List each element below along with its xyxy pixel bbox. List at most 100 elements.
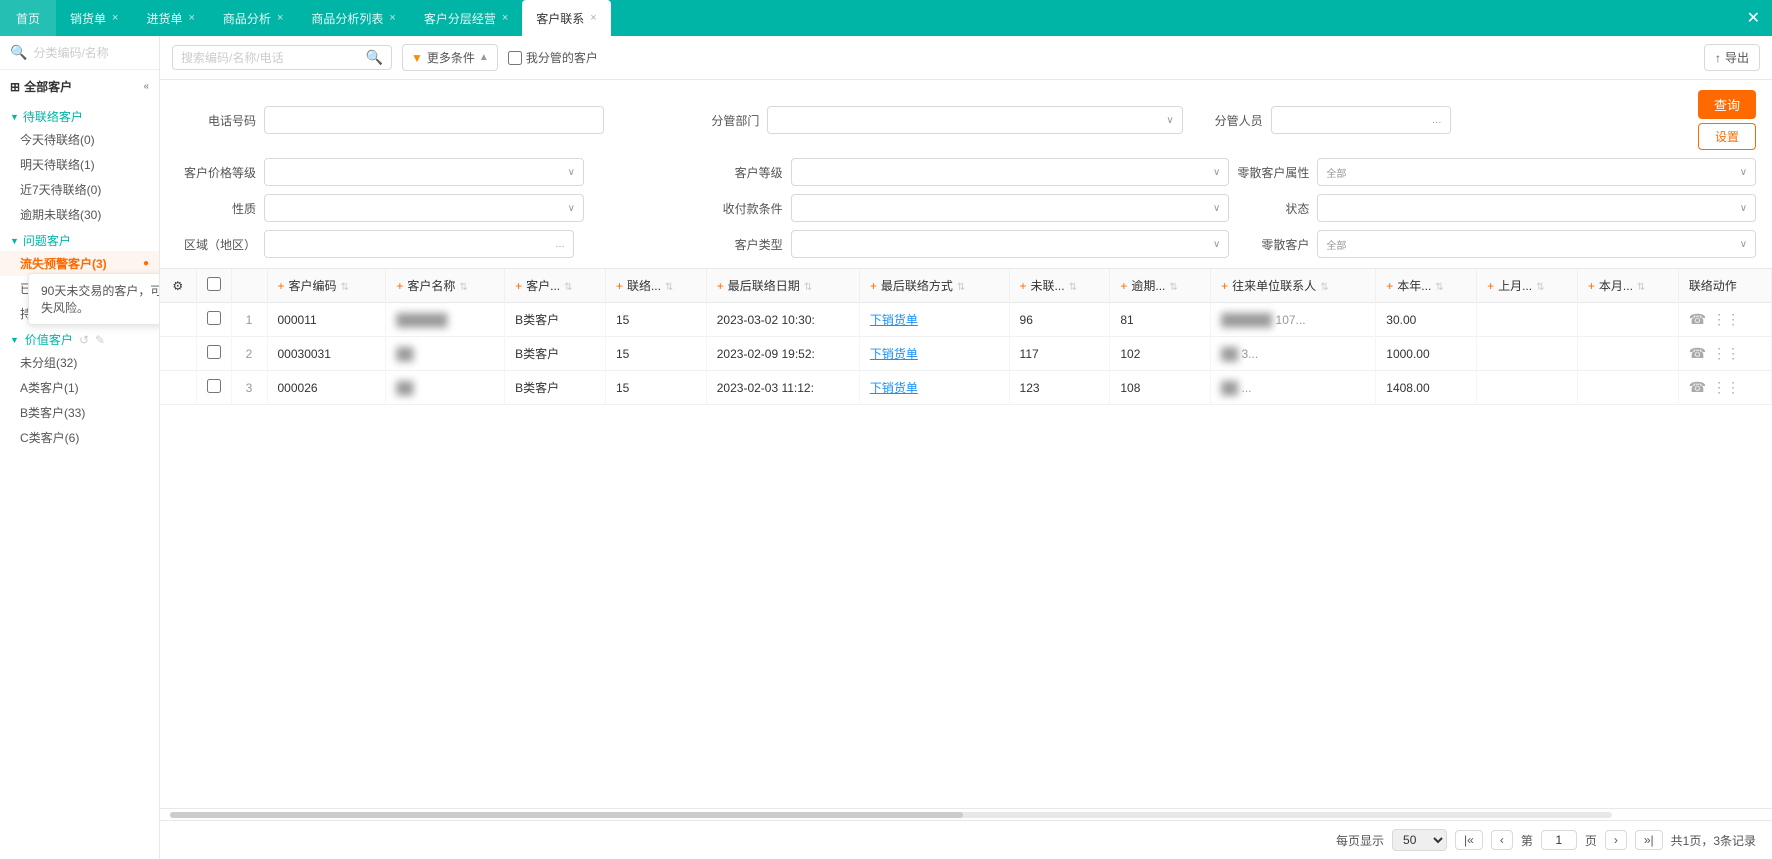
table-col-thismonth[interactable]: +本月...⇅ bbox=[1577, 269, 1678, 303]
tab-analysis-close[interactable]: × bbox=[277, 12, 283, 24]
sidebar-item-class-c[interactable]: C类客户(6) bbox=[0, 425, 159, 450]
section-pending-title: 待联络客户 bbox=[23, 108, 83, 125]
row-name-0: ██████ bbox=[386, 303, 505, 337]
pagination-bar: 每页显示 50 100 200 |« ‹ 第 页 › »| 共1页，3条记录 bbox=[160, 820, 1772, 859]
filter-select-scatter-customer[interactable]: 全部∨ bbox=[1317, 230, 1756, 258]
row-checkbox-2[interactable] bbox=[207, 379, 221, 393]
table-col-lastmethod[interactable]: +最后联络方式⇅ bbox=[859, 269, 1009, 303]
filter-select-customer-type[interactable]: ∨ bbox=[791, 230, 1230, 258]
settings-button[interactable]: 设置 bbox=[1698, 123, 1756, 150]
table-col-name[interactable]: +客户名称⇅ bbox=[386, 269, 505, 303]
row-checkbox-1[interactable] bbox=[207, 345, 221, 359]
tab-customer-contact-close[interactable]: × bbox=[590, 12, 596, 24]
tab-analysis-list-close[interactable]: × bbox=[389, 12, 395, 24]
filter-select-nature[interactable]: ∨ bbox=[264, 194, 584, 222]
scrollbar-thumb[interactable] bbox=[170, 812, 963, 818]
tab-analysis-list[interactable]: 商品分析列表 × bbox=[297, 0, 409, 36]
export-button[interactable]: ↑ 导出 bbox=[1704, 44, 1760, 71]
tab-customer-contact[interactable]: 客户联系 × bbox=[522, 0, 610, 36]
filter-select-price-level[interactable]: ∨ bbox=[264, 158, 584, 186]
sidebar-item-unclassified[interactable]: 未分组(32) bbox=[0, 350, 159, 375]
action-more-icon-1[interactable]: ⋮⋮ bbox=[1712, 345, 1740, 362]
tab-purchase-close[interactable]: × bbox=[188, 12, 194, 24]
sidebar-item-class-a[interactable]: A类客户(1) bbox=[0, 375, 159, 400]
table-col-contact[interactable]: +联络...⇅ bbox=[605, 269, 706, 303]
tab-customer-layer-close[interactable]: × bbox=[502, 12, 508, 24]
section-pending-contact[interactable]: ▼ 待联络客户 bbox=[0, 103, 159, 127]
sidebar-item-churn-warning-label: 流失预警客户(3) bbox=[20, 255, 107, 272]
section-value-customer[interactable]: ▼ 价值客户 ↺ ✎ bbox=[0, 326, 159, 350]
tab-analysis[interactable]: 商品分析 × bbox=[209, 0, 297, 36]
next-page-button[interactable]: › bbox=[1605, 830, 1627, 850]
filter-select-payment[interactable]: ∨ bbox=[791, 194, 1230, 222]
filter-select-status[interactable]: ∨ bbox=[1317, 194, 1756, 222]
tab-purchase[interactable]: 进货单 × bbox=[132, 0, 208, 36]
action-more-icon-0[interactable]: ⋮⋮ bbox=[1712, 311, 1740, 328]
table-col-type[interactable]: +客户...⇅ bbox=[505, 269, 606, 303]
page-number-input[interactable] bbox=[1541, 830, 1577, 850]
row-lastmethod-0[interactable]: 下销货单 bbox=[859, 303, 1009, 337]
row-lastmethod-2[interactable]: 下销货单 bbox=[859, 371, 1009, 405]
query-button[interactable]: 查询 bbox=[1698, 90, 1756, 119]
my-customer-label: 我分管的客户 bbox=[526, 49, 598, 66]
row-overdue-2: 108 bbox=[1110, 371, 1211, 405]
row-num-1: 2 bbox=[231, 337, 267, 371]
table-col-lastmonth[interactable]: +上月...⇅ bbox=[1477, 269, 1578, 303]
sidebar-search-input[interactable] bbox=[33, 46, 149, 60]
sort-icon-thisyear: + bbox=[1386, 279, 1393, 293]
horizontal-scrollbar-area[interactable] bbox=[160, 808, 1772, 820]
filter-label-price-level: 客户价格等级 bbox=[176, 164, 256, 181]
sidebar-item-today[interactable]: 今天待联络(0) bbox=[0, 127, 159, 152]
tab-customer-layer[interactable]: 客户分层经营 × bbox=[410, 0, 522, 36]
section-problem-customer[interactable]: ▼ 问题客户 bbox=[0, 227, 159, 251]
row-lastmethod-1[interactable]: 下销货单 bbox=[859, 337, 1009, 371]
sort-icon-nocontact: + bbox=[1020, 279, 1027, 293]
filter-select-dept[interactable]: ∨ bbox=[767, 106, 1182, 134]
orange-dot-icon: ● bbox=[143, 258, 149, 269]
tooltip-text: 90天未交易的客户，可能有流失风险。 bbox=[41, 284, 160, 315]
filter-select-person[interactable]: … bbox=[1271, 106, 1451, 134]
tab-sales[interactable]: 销货单 × bbox=[56, 0, 132, 36]
row-checkbox-0[interactable] bbox=[207, 311, 221, 325]
table-col-gear[interactable]: ⚙ bbox=[160, 269, 196, 303]
tab-home[interactable]: 首页 bbox=[0, 0, 56, 36]
table-col-nocontact[interactable]: +未联...⇅ bbox=[1009, 269, 1110, 303]
table-col-overdue[interactable]: +逾期...⇅ bbox=[1110, 269, 1211, 303]
per-page-select[interactable]: 50 100 200 bbox=[1392, 829, 1447, 851]
more-filter-button[interactable]: ▼ 更多条件 ▲ bbox=[402, 44, 498, 71]
main-layout: 🔍 ⊞ 全部客户 « ▼ 待联络客户 今天待联络(0) 明天待联络(1) 近7天… bbox=[0, 36, 1772, 859]
action-more-icon-2[interactable]: ⋮⋮ bbox=[1712, 379, 1740, 396]
filter-select-region[interactable]: … bbox=[264, 230, 574, 258]
row-action-2[interactable]: ☎ ⋮⋮ bbox=[1678, 371, 1771, 405]
all-customers-header[interactable]: ⊞ 全部客户 « bbox=[0, 70, 159, 103]
last-page-button[interactable]: »| bbox=[1635, 830, 1663, 850]
table-col-unitcontact[interactable]: +往来单位联系人⇅ bbox=[1211, 269, 1376, 303]
filter-select-customer-level[interactable]: ∨ bbox=[791, 158, 1230, 186]
action-contact-icon-1[interactable]: ☎ bbox=[1689, 345, 1706, 362]
action-contact-icon-2[interactable]: ☎ bbox=[1689, 379, 1706, 396]
tab-sales-close[interactable]: × bbox=[112, 12, 118, 24]
table-col-thisyear[interactable]: +本年...⇅ bbox=[1376, 269, 1477, 303]
sidebar-item-class-b[interactable]: B类客户(33) bbox=[0, 400, 159, 425]
table-col-code[interactable]: +客户编码⇅ bbox=[267, 269, 386, 303]
sidebar-item-tomorrow[interactable]: 明天待联络(1) bbox=[0, 152, 159, 177]
filter-input-phone[interactable] bbox=[264, 106, 604, 134]
prev-page-button[interactable]: ‹ bbox=[1491, 830, 1513, 850]
row-action-1[interactable]: ☎ ⋮⋮ bbox=[1678, 337, 1771, 371]
edit-icon[interactable]: ✎ bbox=[95, 333, 105, 347]
filter-select-scatter-attr[interactable]: 全部∨ bbox=[1317, 158, 1756, 186]
table-col-lastdate[interactable]: +最后联络日期⇅ bbox=[706, 269, 859, 303]
my-customer-checkbox[interactable] bbox=[508, 51, 522, 65]
close-all-tabs-button[interactable]: ✕ bbox=[1747, 8, 1772, 28]
action-contact-icon-0[interactable]: ☎ bbox=[1689, 311, 1706, 328]
select-all-checkbox[interactable] bbox=[207, 277, 221, 291]
my-customer-checkbox-wrap[interactable]: 我分管的客户 bbox=[508, 49, 598, 66]
sidebar-item-overdue[interactable]: 逾期未联络(30) bbox=[0, 202, 159, 227]
refresh-icon[interactable]: ↺ bbox=[79, 333, 89, 347]
main-search-button[interactable]: 🔍 bbox=[366, 49, 383, 66]
first-page-button[interactable]: |« bbox=[1455, 830, 1483, 850]
filter-field-customer-type: 客户类型 ∨ bbox=[703, 230, 1230, 258]
sidebar-item-7days[interactable]: 近7天待联络(0) bbox=[0, 177, 159, 202]
row-action-0[interactable]: ☎ ⋮⋮ bbox=[1678, 303, 1771, 337]
main-search-input[interactable] bbox=[181, 51, 360, 65]
